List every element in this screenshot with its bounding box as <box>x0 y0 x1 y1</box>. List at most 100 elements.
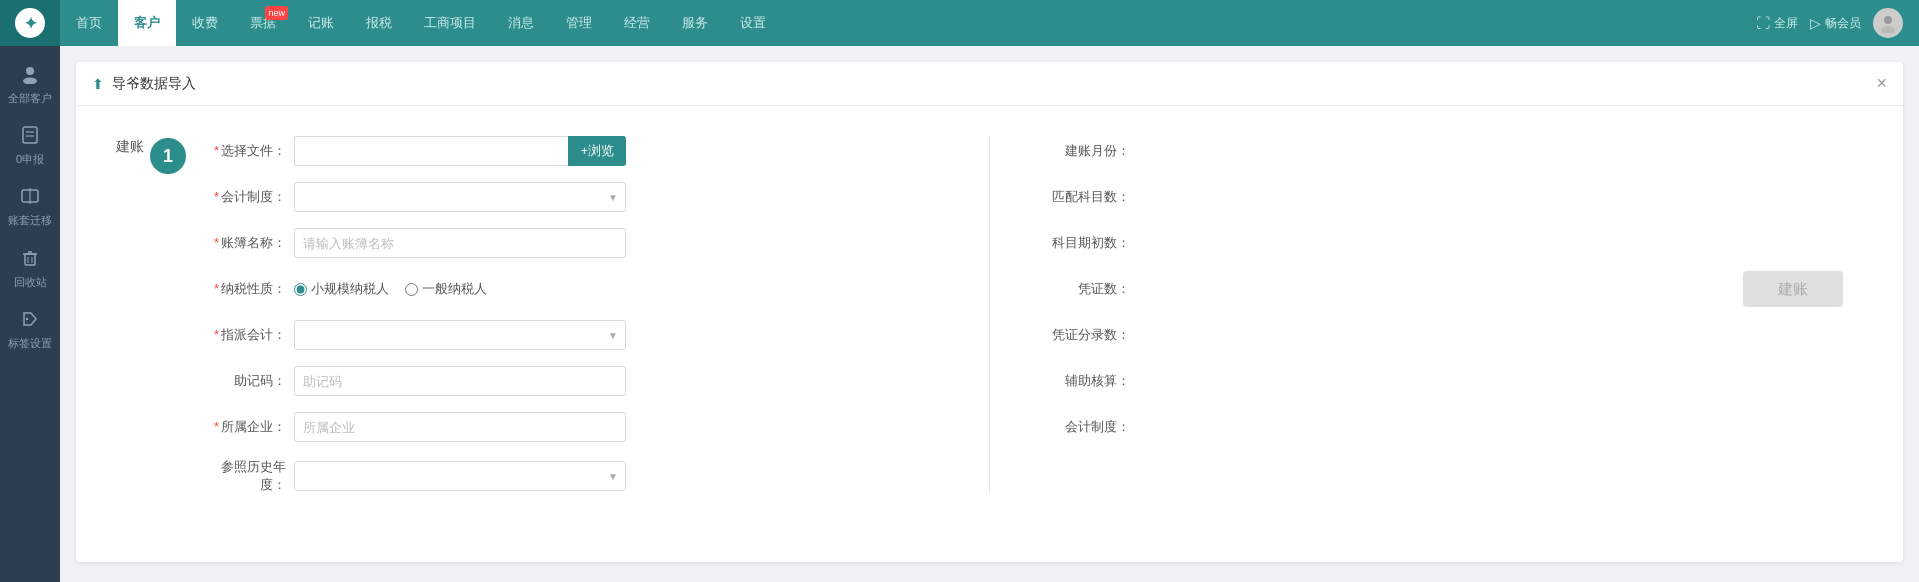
radio-small-tax[interactable]: 小规模纳税人 <box>294 280 389 298</box>
company-row: *所属企业： <box>206 412 626 442</box>
aux-accounting-label: 辅助核算： <box>1040 372 1130 390</box>
nav-settings[interactable]: 设置 <box>724 0 782 46</box>
sidebar-item-label: 标签设置 <box>8 337 52 350</box>
fullscreen-btn[interactable]: ⛶ 全屏 <box>1756 15 1798 32</box>
voucher-count-row: 凭证数： <box>1040 274 1723 304</box>
right-action-col: 建账 <box>1723 136 1863 442</box>
aux-accounting-row: 辅助核算： <box>1040 366 1723 396</box>
user-icon <box>20 64 40 89</box>
subject-init-row: 科目期初数： <box>1040 228 1723 258</box>
ledger-name-row: *账簿名称： <box>206 228 626 258</box>
required-star: * <box>214 327 219 342</box>
file-select-row: *选择文件： +浏览 <box>206 136 626 166</box>
declare-icon <box>20 125 40 150</box>
required-star: * <box>214 143 219 158</box>
avatar[interactable] <box>1873 8 1903 38</box>
nav-operation[interactable]: 经营 <box>608 0 666 46</box>
svg-rect-9 <box>25 254 35 265</box>
setup-month-row: 建账月份： <box>1040 136 1723 166</box>
form-grid: *选择文件： +浏览 *会计制度： <box>206 136 626 494</box>
form-section: 建账 1 *选择文件： +浏览 <box>116 136 939 494</box>
create-account-button[interactable]: 建账 <box>1743 271 1843 307</box>
close-button[interactable]: × <box>1876 74 1887 92</box>
accounting-system-r-row: 会计制度： <box>1040 412 1723 442</box>
right-top: 建账月份： 匹配科目数： 科目期初数： 凭证数： <box>1040 136 1863 442</box>
logo: ✦ <box>0 0 60 46</box>
svg-point-3 <box>23 78 37 85</box>
ledger-name-input[interactable] <box>294 228 626 258</box>
sidebar-item-account-migrate[interactable]: 账套迁移 <box>0 176 60 237</box>
nav-business[interactable]: 工商项目 <box>408 0 492 46</box>
sidebar-item-label: 0申报 <box>16 153 44 166</box>
main-content: ⬆ 导爷数据导入 × 建账 1 *选择文件： <box>60 46 1919 582</box>
sidebar-item-trash[interactable]: 回收站 <box>0 238 60 299</box>
panel-title: 导爷数据导入 <box>112 75 196 93</box>
sidebar-item-all-customers[interactable]: 全部客户 <box>0 54 60 115</box>
nav-customer[interactable]: 客户 <box>118 0 176 46</box>
history-year-select-wrap: ▼ <box>294 461 626 491</box>
assign-accountant-select-wrap: ▼ <box>294 320 626 350</box>
radio-small-input[interactable] <box>294 283 307 296</box>
voucher-count-label: 凭证数： <box>1040 280 1130 298</box>
new-badge: new <box>265 6 288 20</box>
radio-general-tax[interactable]: 一般纳税人 <box>405 280 487 298</box>
memo-code-label: 助记码： <box>206 372 286 390</box>
svg-rect-4 <box>23 127 37 143</box>
svg-point-14 <box>26 318 28 320</box>
accounting-system-select[interactable] <box>294 182 626 212</box>
import-panel: ⬆ 导爷数据导入 × 建账 1 *选择文件： <box>76 62 1903 562</box>
setup-label: 建账 <box>116 138 144 156</box>
nav-manage[interactable]: 管理 <box>550 0 608 46</box>
sidebar-item-tag-settings[interactable]: 标签设置 <box>0 299 60 360</box>
file-text-input[interactable] <box>294 136 568 166</box>
assign-accountant-select[interactable] <box>294 320 626 350</box>
sidebar-item-label: 账套迁移 <box>8 214 52 227</box>
nav-invoice[interactable]: 票据 new <box>234 0 292 46</box>
required-star: * <box>214 281 219 296</box>
setup-month-label: 建账月份： <box>1040 142 1130 160</box>
voucher-entries-label: 凭证分录数： <box>1040 326 1130 344</box>
tax-type-row: *纳税性质： 小规模纳税人 一般纳税人 <box>206 274 626 304</box>
company-input[interactable] <box>294 412 626 442</box>
tag-icon <box>20 309 40 334</box>
nav-tax[interactable]: 报税 <box>350 0 408 46</box>
nav-account[interactable]: 记账 <box>292 0 350 46</box>
browse-button[interactable]: +浏览 <box>568 136 626 166</box>
main-layout: 全部客户 0申报 账套迁移 回收站 标签设置 <box>0 46 1919 582</box>
history-year-select[interactable] <box>294 461 626 491</box>
section-divider <box>989 136 990 494</box>
accounting-system-label: *会计制度： <box>206 188 286 206</box>
right-info-col: 建账月份： 匹配科目数： 科目期初数： 凭证数： <box>1040 136 1723 442</box>
right-layout: 建账月份： 匹配科目数： 科目期初数： 凭证数： <box>1040 136 1863 494</box>
radio-general-input[interactable] <box>405 283 418 296</box>
import-icon: ⬆ <box>92 76 104 92</box>
vip-icon: ▷ <box>1810 15 1821 31</box>
tax-type-radio-group: 小规模纳税人 一般纳税人 <box>294 274 487 304</box>
assign-accountant-row: *指派会计： ▼ <box>206 320 626 350</box>
svg-point-0 <box>1884 16 1892 24</box>
accounting-system-r-label: 会计制度： <box>1040 418 1130 436</box>
sidebar: 全部客户 0申报 账套迁移 回收站 标签设置 <box>0 46 60 582</box>
nav-message[interactable]: 消息 <box>492 0 550 46</box>
migrate-icon <box>20 186 40 211</box>
required-star: * <box>214 189 219 204</box>
required-star: * <box>214 419 219 434</box>
memo-code-input[interactable] <box>294 366 626 396</box>
ledger-name-label: *账簿名称： <box>206 234 286 252</box>
accounting-system-row: *会计制度： ▼ <box>206 182 626 212</box>
nav-service[interactable]: 服务 <box>666 0 724 46</box>
sidebar-item-declare[interactable]: 0申报 <box>0 115 60 176</box>
trash-icon <box>20 248 40 273</box>
required-star: * <box>214 235 219 250</box>
memo-code-row: 助记码： <box>206 366 626 396</box>
accounting-system-select-wrap: ▼ <box>294 182 626 212</box>
nav-home[interactable]: 首页 <box>60 0 118 46</box>
svg-point-2 <box>26 67 34 75</box>
vip-btn[interactable]: ▷ 畅会员 <box>1810 15 1861 32</box>
panel-body: 建账 1 *选择文件： +浏览 <box>76 106 1903 524</box>
svg-point-1 <box>1881 26 1895 33</box>
nav-items: 首页 客户 收费 票据 new 记账 报税 工商项目 消息 管理 经营 服务 设… <box>60 0 1756 46</box>
nav-billing[interactable]: 收费 <box>176 0 234 46</box>
sidebar-item-label: 回收站 <box>14 276 47 289</box>
tax-type-label: *纳税性质： <box>206 280 286 298</box>
